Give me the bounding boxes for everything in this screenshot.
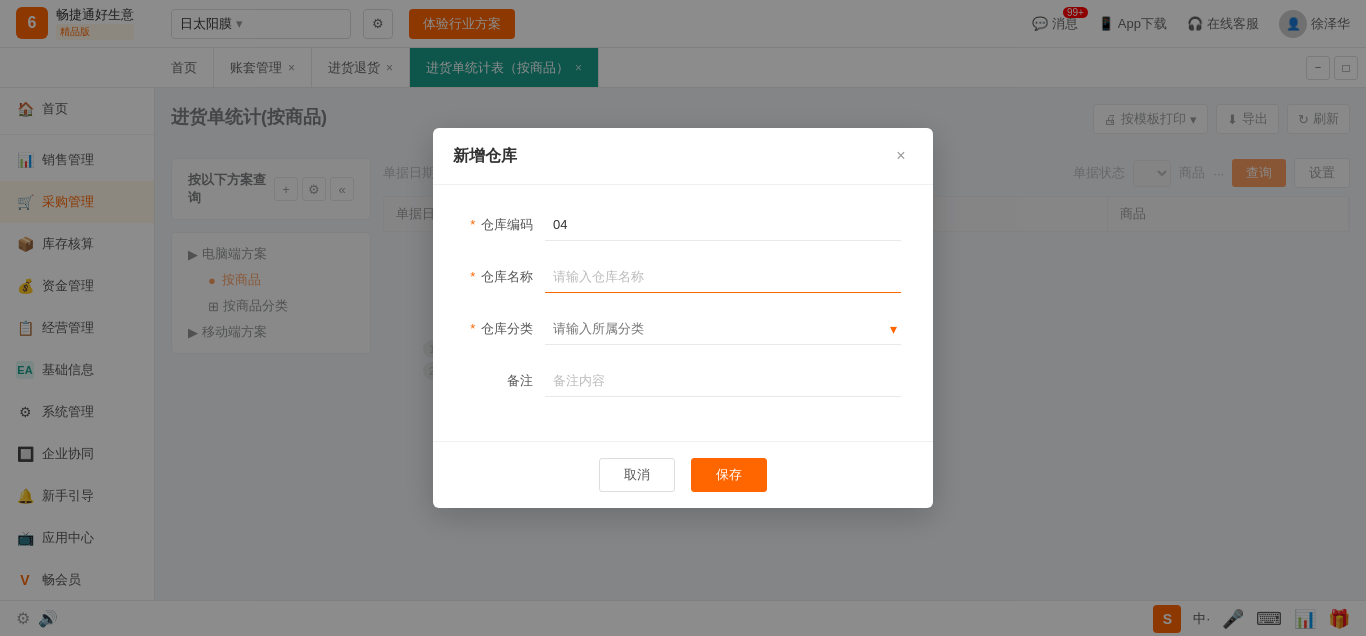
warehouse-name-row: * 仓库名称 (465, 261, 901, 293)
modal-footer: 取消 保存 (433, 441, 933, 508)
warehouse-category-select-wrap: ▾ (545, 313, 901, 345)
modal-body: * 仓库编码 * 仓库名称 * 仓库分类 (433, 185, 933, 441)
warehouse-code-row: * 仓库编码 (465, 209, 901, 241)
warehouse-name-label: * 仓库名称 (465, 268, 545, 286)
remark-label: 备注 (465, 372, 545, 390)
warehouse-code-label: * 仓库编码 (465, 216, 545, 234)
warehouse-name-input[interactable] (545, 261, 901, 293)
warehouse-category-row: * 仓库分类 ▾ (465, 313, 901, 345)
warehouse-code-input[interactable] (545, 209, 901, 241)
save-button[interactable]: 保存 (691, 458, 767, 492)
modal-backdrop: 新增仓库 × * 仓库编码 * 仓库名称 (0, 0, 1366, 636)
cancel-button[interactable]: 取消 (599, 458, 675, 492)
modal-title: 新增仓库 (453, 146, 517, 167)
remark-row: 备注 (465, 365, 901, 397)
warehouse-category-label: * 仓库分类 (465, 320, 545, 338)
warehouse-category-input[interactable] (545, 313, 901, 345)
remark-input[interactable] (545, 365, 901, 397)
modal-close-button[interactable]: × (889, 144, 913, 168)
modal-header: 新增仓库 × (433, 128, 933, 185)
add-warehouse-modal: 新增仓库 × * 仓库编码 * 仓库名称 (433, 128, 933, 508)
